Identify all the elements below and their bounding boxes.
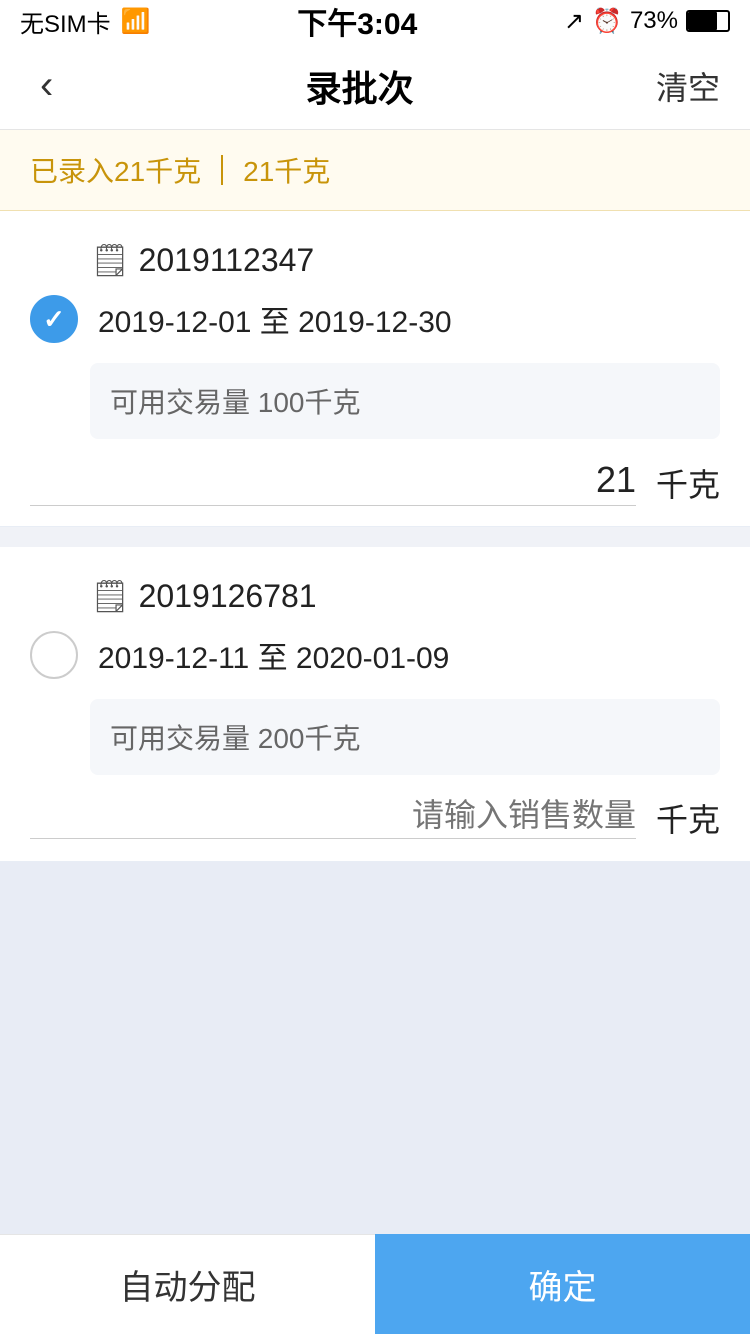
alarm-icon: ⏰ [592, 7, 622, 36]
batch-doc-icon-2: 🗒 [90, 577, 131, 615]
qty-input-wrapper-1[interactable]: 21 [30, 459, 636, 506]
qty-input-2[interactable] [30, 797, 636, 834]
qty-row-2[interactable]: 千克 [0, 775, 750, 862]
qty-row-1: 21 千克 [0, 439, 750, 527]
avail-text-2: 可用交易量 200千克 [110, 723, 361, 754]
auto-distribute-button[interactable]: 自动分配 [0, 1234, 375, 1334]
status-left: 无SIM卡 📶 [20, 4, 151, 39]
qty-input-wrapper-2[interactable] [30, 797, 636, 839]
status-right: ↗ ⏰ 73% [564, 7, 730, 36]
battery-label: 73% [630, 7, 678, 35]
batch-id-1: 2019112347 [139, 242, 315, 279]
separator-1 [0, 527, 750, 547]
batch-id-row-1: 🗒 2019112347 [30, 241, 720, 279]
batch-item-2: 🗒 2019126781 2019-12-11 至 2020-01-09 可用交… [0, 547, 750, 862]
batch-date-2: 2019-12-11 至 2020-01-09 [98, 633, 449, 677]
radio-2[interactable] [30, 631, 78, 679]
batch-doc-icon-1: 🗒 [90, 241, 131, 279]
page-title: 录批次 [306, 60, 414, 112]
battery-icon [686, 10, 730, 32]
clear-button[interactable]: 清空 [656, 63, 720, 109]
status-time: 下午3:04 [297, 0, 417, 43]
summary-bar: 已录入21千克 21千克 [0, 130, 750, 211]
wifi-icon: 📶 [121, 7, 151, 36]
avail-row-1: 可用交易量 100千克 [90, 363, 720, 439]
batch-date-row-1[interactable]: 2019-12-01 至 2019-12-30 [30, 295, 720, 343]
summary-divider [221, 155, 223, 185]
avail-text-1: 可用交易量 100千克 [110, 387, 361, 418]
qty-unit-2: 千克 [656, 795, 720, 841]
summary-label: 已录入21千克 [30, 150, 201, 190]
no-sim-label: 无SIM卡 [20, 4, 111, 39]
confirm-button[interactable]: 确定 [375, 1234, 750, 1334]
batch-date-row-2[interactable]: 2019-12-11 至 2020-01-09 [30, 631, 720, 679]
bottom-area [0, 862, 750, 1262]
batch-id-row-2: 🗒 2019126781 [30, 577, 720, 615]
status-bar: 无SIM卡 📶 下午3:04 ↗ ⏰ 73% [0, 0, 750, 42]
batch-id-2: 2019126781 [139, 578, 317, 615]
batch-item-1: 🗒 2019112347 2019-12-01 至 2019-12-30 可用交… [0, 211, 750, 527]
qty-value-1: 21 [596, 459, 636, 501]
batch-date-1: 2019-12-01 至 2019-12-30 [98, 297, 452, 341]
qty-unit-1: 千克 [656, 460, 720, 506]
back-button[interactable]: ‹ [30, 53, 63, 118]
radio-1[interactable] [30, 295, 78, 343]
nav-bar: ‹ 录批次 清空 [0, 42, 750, 130]
location-icon: ↗ [564, 7, 584, 36]
summary-value: 21千克 [243, 150, 330, 190]
bottom-buttons: 自动分配 确定 [0, 1234, 750, 1334]
avail-row-2: 可用交易量 200千克 [90, 699, 720, 775]
